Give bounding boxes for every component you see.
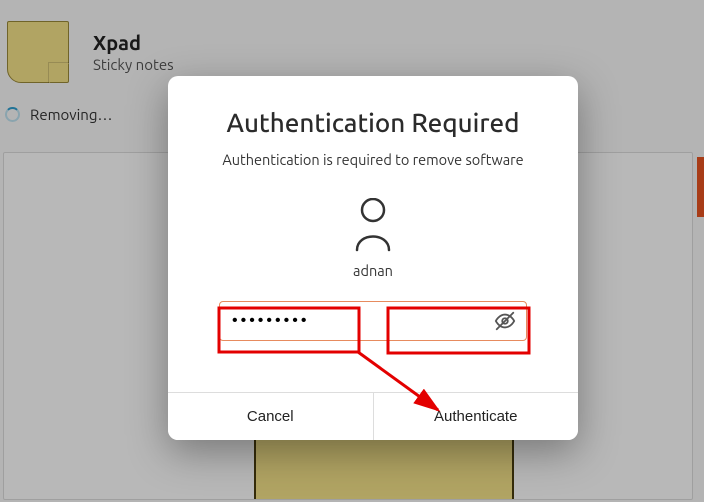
auth-dialog: Authentication Required Authentication i… <box>168 76 578 440</box>
password-field-wrap <box>219 301 527 341</box>
dialog-title: Authentication Required <box>198 108 548 137</box>
cancel-button[interactable]: Cancel <box>168 393 373 440</box>
password-input[interactable] <box>220 302 484 340</box>
dialog-message: Authentication is required to remove sof… <box>198 151 548 168</box>
toggle-password-visibility-icon[interactable] <box>484 302 526 340</box>
user-name: adnan <box>353 262 393 279</box>
authenticate-button[interactable]: Authenticate <box>373 393 579 440</box>
user-avatar-icon <box>355 198 391 252</box>
